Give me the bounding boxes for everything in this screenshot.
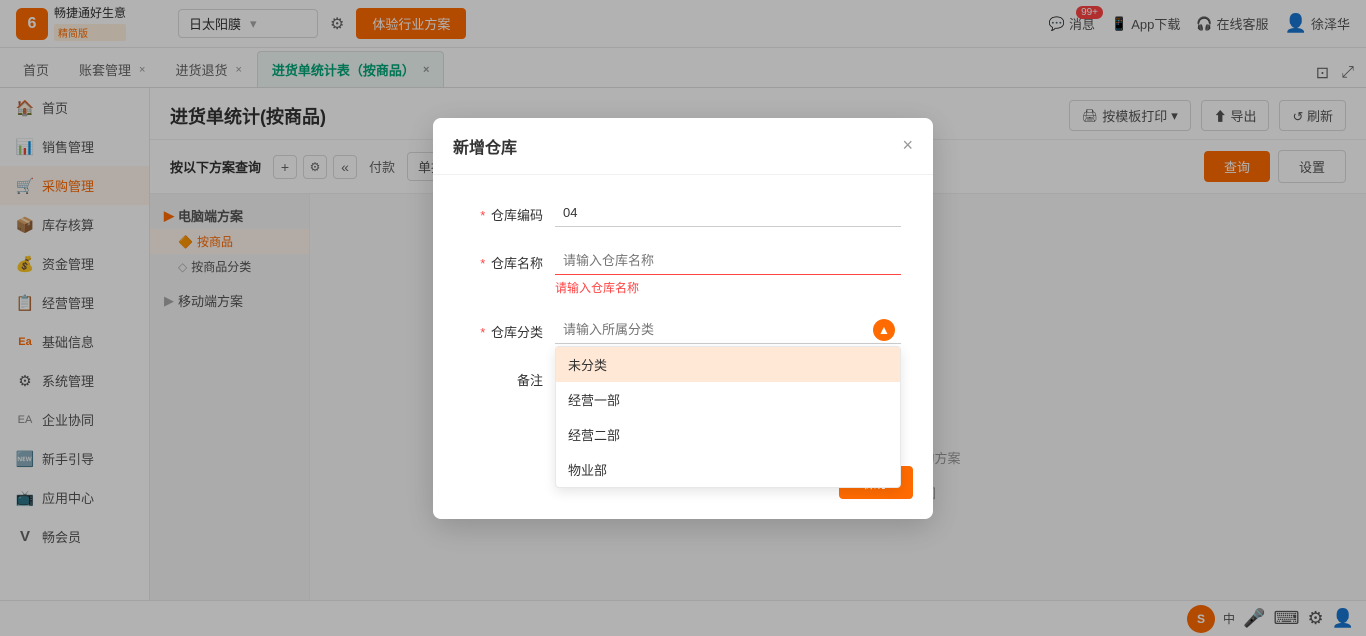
warehouse-name-error: 请输入仓库名称 <box>555 279 901 296</box>
category-option-property[interactable]: 物业部 <box>556 452 900 487</box>
warehouse-name-input-wrap: 请输入仓库名称 <box>555 247 901 296</box>
warehouse-code-input[interactable] <box>555 199 901 227</box>
category-option-unclassified[interactable]: 未分类 <box>556 347 900 382</box>
warehouse-name-input[interactable] <box>555 247 901 275</box>
modal-close-button[interactable]: × <box>902 135 913 156</box>
category-dropdown-list: 未分类 经营一部 经营二部 物业部 <box>555 346 901 488</box>
warehouse-code-label: * 仓库编码 <box>465 199 555 224</box>
warehouse-name-row: * 仓库名称 请输入仓库名称 <box>465 247 901 296</box>
warehouse-category-row: * 仓库分类 ▲ 未分类 经营一部 经营二部 物业部 <box>465 316 901 344</box>
warehouse-category-input-wrap: ▲ 未分类 经营一部 经营二部 物业部 <box>555 316 901 344</box>
warehouse-code-row: * 仓库编码 <box>465 199 901 227</box>
warehouse-category-dropdown: ▲ 未分类 经营一部 经营二部 物业部 <box>555 316 901 344</box>
modal-title: 新增仓库 <box>453 134 517 158</box>
modal-body: * 仓库编码 * 仓库名称 请输入仓库名称 <box>433 175 933 454</box>
modal-new-warehouse: 新增仓库 × * 仓库编码 * 仓库名称 <box>433 118 933 519</box>
modal-header: 新增仓库 × <box>433 118 933 175</box>
category-option-ops2[interactable]: 经营二部 <box>556 417 900 452</box>
warehouse-category-input[interactable] <box>555 316 901 344</box>
modal-backdrop: 新增仓库 × * 仓库编码 * 仓库名称 <box>0 0 1366 636</box>
notes-label: 备注 <box>465 364 555 389</box>
warehouse-name-label: * 仓库名称 <box>465 247 555 272</box>
warehouse-category-label: * 仓库分类 <box>465 316 555 341</box>
warehouse-code-input-wrap <box>555 199 901 227</box>
dropdown-toggle-icon[interactable]: ▲ <box>873 319 895 341</box>
category-option-ops1[interactable]: 经营一部 <box>556 382 900 417</box>
